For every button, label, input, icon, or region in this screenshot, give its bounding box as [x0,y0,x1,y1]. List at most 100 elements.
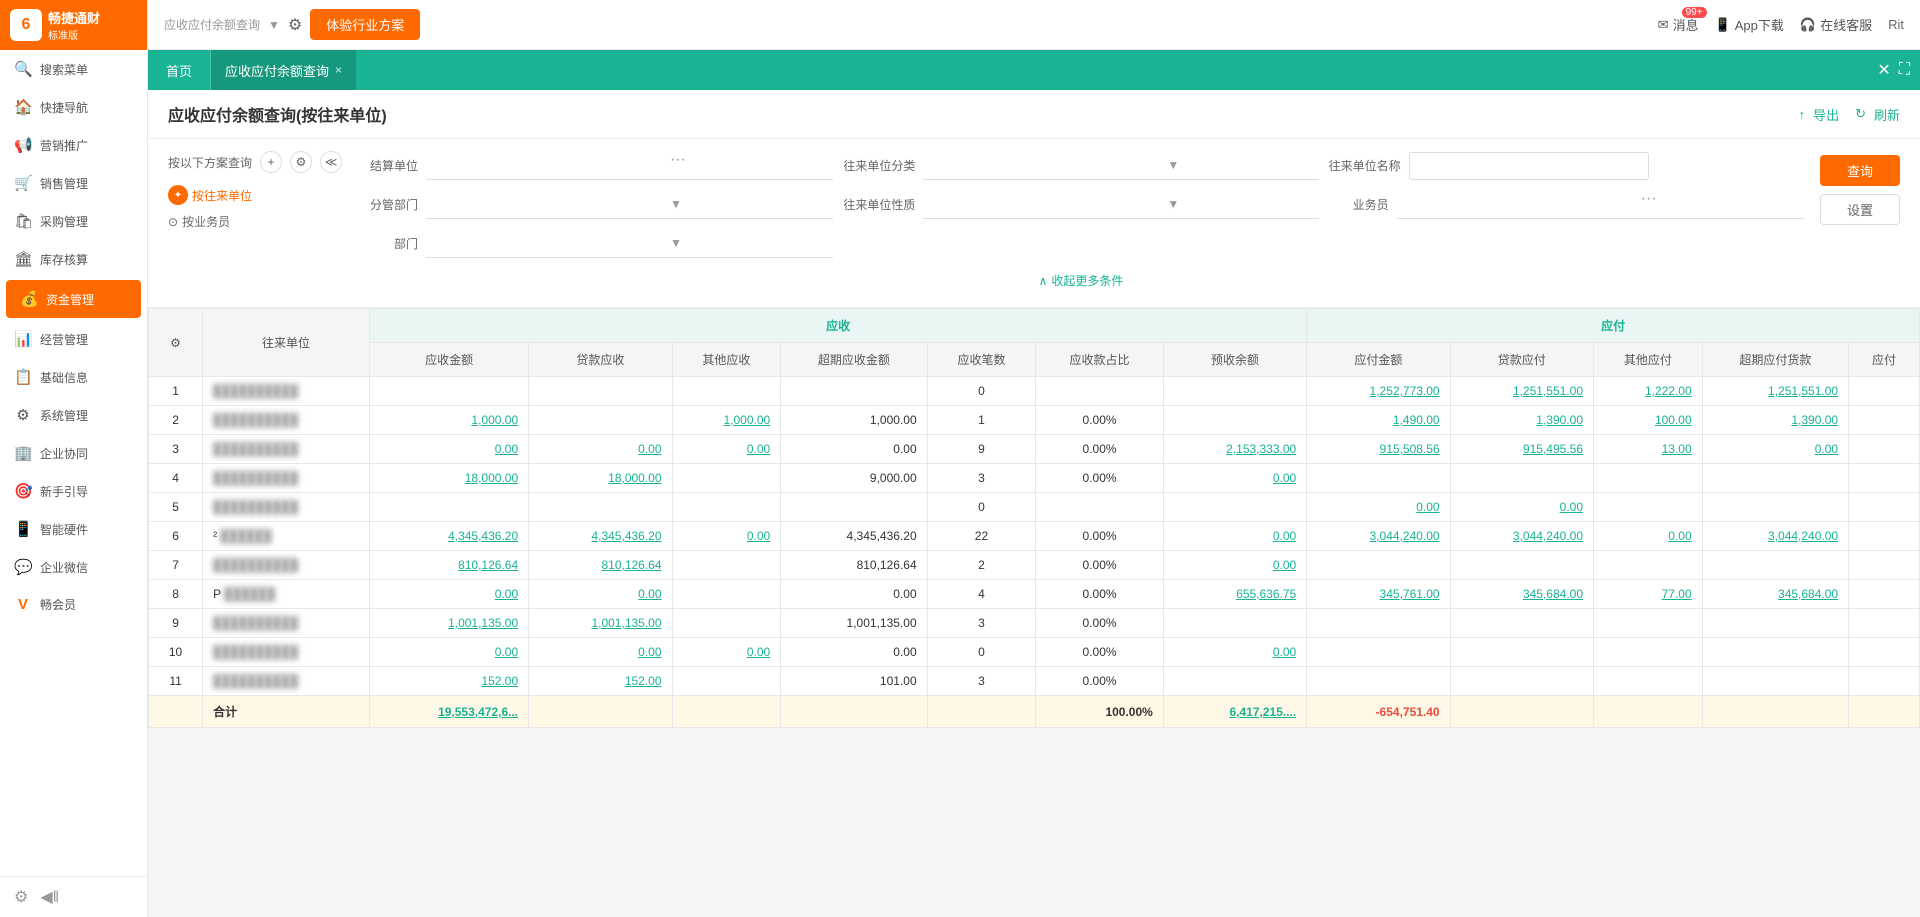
settlement-unit-dots-icon[interactable]: ··· [666,151,690,179]
edit-scheme-button[interactable]: ⚙ [290,151,312,173]
inventory-icon: 🏛 [14,250,32,268]
set-button[interactable]: 设置 [1820,194,1900,225]
col-recv-amt: 应收金额 [370,343,529,377]
partner-name-label: 往来单位名称 [1329,157,1401,174]
tab-close-icon[interactable]: × [335,63,342,77]
sidebar-item-member[interactable]: V 畅会员 [0,586,147,623]
sys-mgmt-icon: ⚙ [14,406,32,424]
sidebar-item-base-info[interactable]: 📋 基础信息 [0,358,147,396]
export-button[interactable]: 导出 [1813,105,1839,124]
sidebar-item-sys-mgmt[interactable]: ⚙ 系统管理 [0,396,147,434]
main-content: 应收应付余额查询(按往来单位) ↑ 导出 ↻ 刷新 按以下方案查询 + ⚙ ≪ … [148,90,1920,917]
refresh-button[interactable]: 刷新 [1874,105,1900,124]
sidebar-item-beginner[interactable]: 🎯 新手引导 [0,472,147,510]
sidebar-item-search-menu[interactable]: 🔍 搜索菜单 [0,50,147,88]
partner-nature-dropdown-icon[interactable]: ▼ [1163,197,1183,211]
footer-label: 合计 [203,696,370,728]
sidebar-item-purchase[interactable]: 🛍 采购管理 [0,202,147,240]
table-row: 7██████████810,126.64810,126.64810,126.6… [149,551,1920,580]
breadcrumb-dropdown-icon[interactable]: ▼ [268,18,280,32]
sidebar-item-label: 企业微信 [40,559,88,576]
sidebar-item-quick-nav[interactable]: 🏠 快捷导航 [0,88,147,126]
salesperson-input[interactable] [1397,190,1637,218]
add-scheme-button[interactable]: + [260,151,282,173]
col-pay-amt: 应付金额 [1307,343,1450,377]
sidebar-item-label: 新手引导 [40,483,88,500]
table-row: 2██████████1,000.001,000.001,000.0010.00… [149,406,1920,435]
department-label: 部门 [358,235,418,252]
collapse-icon[interactable]: ◀‖ [40,887,59,907]
partner-category-dropdown-icon[interactable]: ▼ [1163,158,1183,172]
table-row: 8P ██████0.000.000.0040.00%655,636.75345… [149,580,1920,609]
scheme-active-icon: ✦ [168,185,188,205]
logo-icon: 6 [10,9,42,41]
filter-scheme-row: 按以下方案查询 + ⚙ ≪ [168,151,342,173]
sidebar-item-inventory[interactable]: 🏛 库存核算 [0,240,147,278]
breadcrumb: 应收应付余额查询 [164,16,260,33]
sales-icon: 🛒 [14,174,32,192]
footer-pay-other [1594,696,1703,728]
sidebar-item-finance[interactable]: 💰 资金管理 [6,280,141,318]
dept-input[interactable] [426,190,666,218]
footer-empty [149,696,203,728]
collapse-scheme-button[interactable]: ≪ [320,151,342,173]
sidebar-item-corp-wechat[interactable]: 💬 企业微信 [0,548,147,586]
settlement-unit-label: 结算单位 [358,157,418,174]
settings-icon[interactable]: ⚙ [14,887,28,907]
col-pay-col: 应付 [1849,343,1920,377]
quick-nav-icon: 🏠 [14,98,32,116]
sidebar-item-label: 企业协同 [40,445,88,462]
partner-category-input[interactable] [923,151,1163,179]
header-right: ✉ 消息 99+ 📱 App下载 🎧 在线客服 Rit [1658,15,1904,34]
department-dropdown-icon[interactable]: ▼ [666,236,686,250]
dept-dropdown-icon[interactable]: ▼ [666,197,686,211]
partner-name-input[interactable] [1409,152,1649,180]
sidebar-item-sales[interactable]: 🛒 销售管理 [0,164,147,202]
online-service-btn[interactable]: 🎧 在线客服 [1800,15,1872,34]
col-settings-header[interactable]: ⚙ [149,309,203,377]
filter-scheme-partner[interactable]: ✦ 按往来单位 [168,185,342,205]
app-download-btn[interactable]: 📱 App下载 [1715,15,1784,34]
chevron-up-icon: ∧ [1039,274,1048,288]
sidebar-item-label: 采购管理 [40,213,88,230]
badge-count: 99+ [1682,7,1707,18]
settlement-unit-input[interactable] [426,151,666,179]
filter-scheme-salesperson[interactable]: ⊙ 按业务员 [168,213,342,230]
sidebar-item-label: 资金管理 [46,291,94,308]
tab-home[interactable]: 首页 [148,50,211,90]
header: 应收应付余额查询 ▼ ⚙ 体验行业方案 ✉ 消息 99+ 📱 App下载 🎧 在… [148,0,1920,50]
user-name[interactable]: Rit [1888,17,1904,32]
header-nav: 应收应付余额查询 ▼ ⚙ 体验行业方案 [164,9,1646,40]
page-actions: ↑ 导出 ↻ 刷新 [1799,105,1900,124]
collapse-more-button[interactable]: ∧ 收起更多条件 [358,266,1804,295]
beginner-icon: 🎯 [14,482,32,500]
sidebar-item-smart-hw[interactable]: 📱 智能硬件 [0,510,147,548]
header-gear-icon[interactable]: ⚙ [288,15,302,35]
tab-close-window-icon[interactable]: ✕ [1877,60,1890,80]
sidebar-item-operations[interactable]: 📊 经营管理 [0,320,147,358]
app-download-icon: 📱 [1715,17,1731,33]
partner-nature-input[interactable] [923,190,1163,218]
filter-area: 按以下方案查询 + ⚙ ≪ ✦ 按往来单位 ⊙ 按业务员 [148,139,1920,308]
tab-maximize-icon[interactable]: ⛶ [1899,61,1910,79]
table-row: 5██████████00.000.00 [149,493,1920,522]
col-pay-overdue: 超期应付货款 [1702,343,1848,377]
purchase-icon: 🛍 [14,212,32,230]
sidebar: 6 畅捷通财 标准版 🔍 搜索菜单 🏠 快捷导航 📢 营销推广 🛒 销售管理 🛍… [0,0,148,917]
footer-pay-col [1849,696,1920,728]
salesperson-dots-icon[interactable]: ··· [1637,190,1661,218]
solution-button[interactable]: 体验行业方案 [310,9,420,40]
footer-pay-loan [1450,696,1593,728]
col-settings-icon[interactable]: ⚙ [170,336,181,350]
col-payable-group-header: 应付 [1307,309,1920,343]
query-button[interactable]: 查询 [1820,155,1900,186]
sidebar-item-marketing[interactable]: 📢 营销推广 [0,126,147,164]
sidebar-item-enterprise[interactable]: 🏢 企业协同 [0,434,147,472]
messages-badge[interactable]: ✉ 消息 99+ [1658,15,1699,34]
tab-bar-right: ✕ ⛶ [1877,60,1920,80]
tab-active[interactable]: 应收应付余额查询 × [211,50,356,90]
scheme-label: 按以下方案查询 [168,154,252,171]
department-input[interactable] [426,229,666,257]
app-download-label: App下载 [1735,15,1784,34]
footer-recv-overdue [781,696,927,728]
